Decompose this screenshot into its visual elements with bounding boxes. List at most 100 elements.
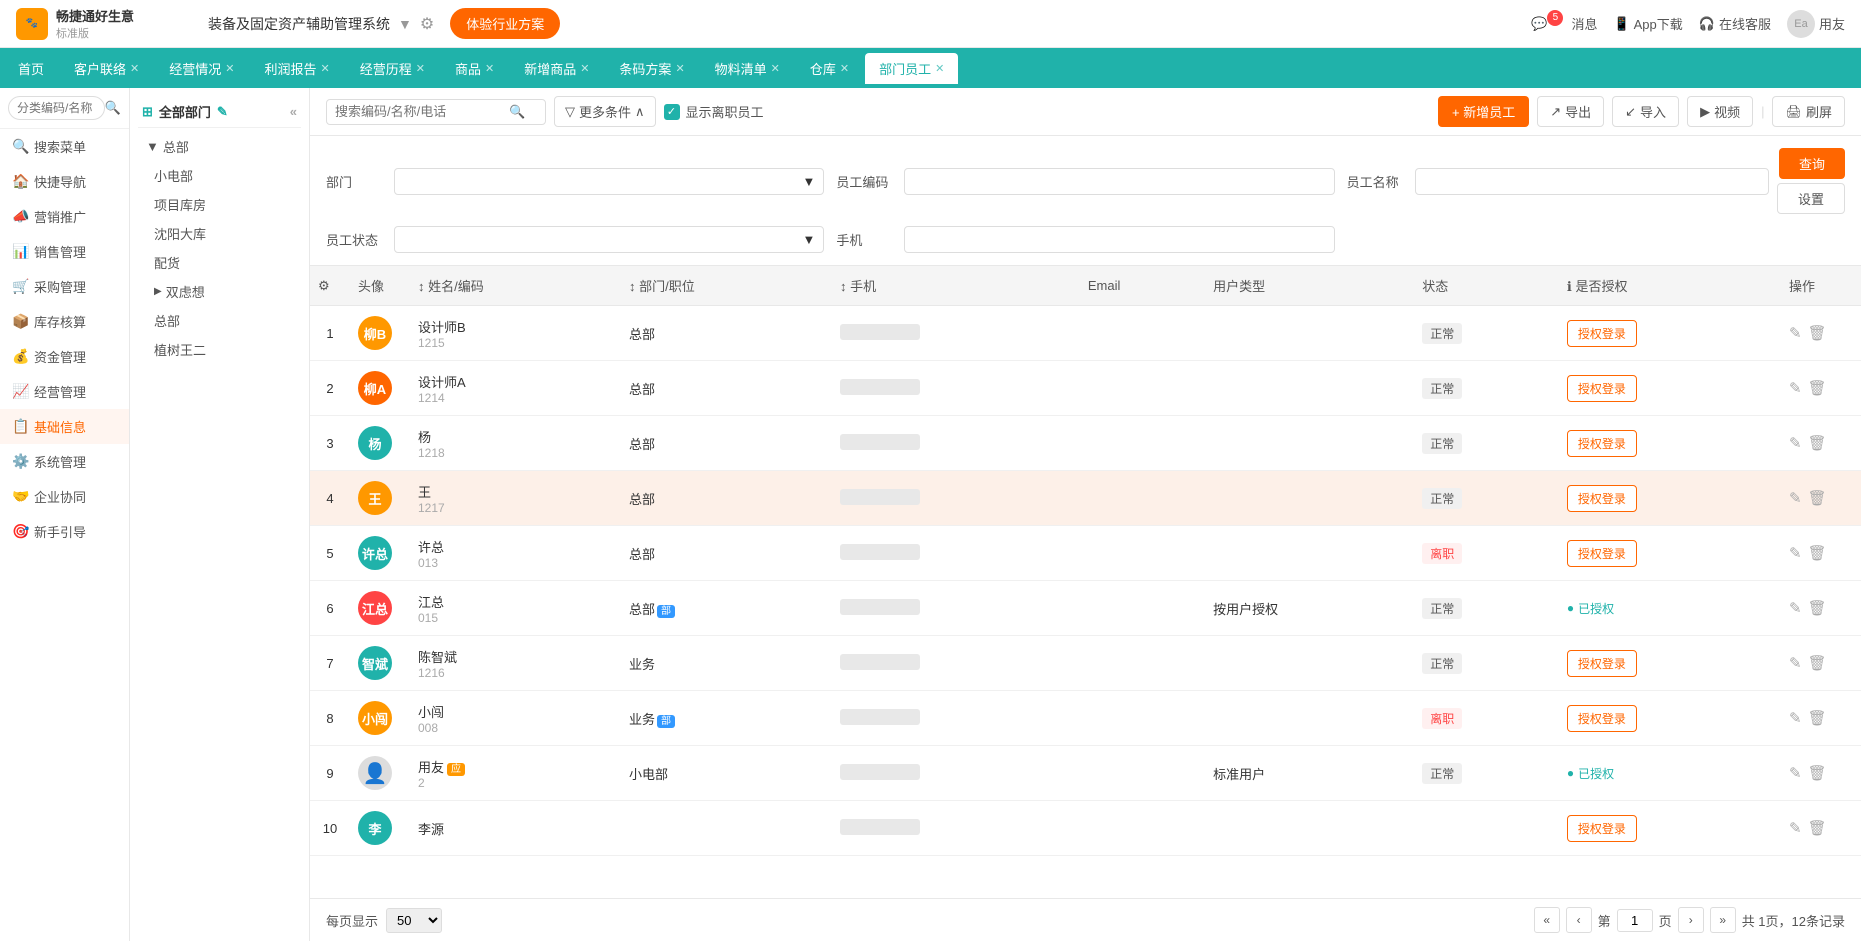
next-page-btn[interactable]: ›	[1678, 907, 1704, 933]
sidebar-item-purchase[interactable]: 🛒 采购管理	[0, 269, 129, 304]
search-input[interactable]	[335, 104, 505, 119]
col-phone[interactable]: ↕ 手机	[832, 266, 1080, 306]
dept-item-headquarters[interactable]: ▼ 总部	[138, 132, 301, 161]
auth-login-button[interactable]: 授权登录	[1567, 540, 1637, 567]
sidebar-item-guide[interactable]: 🎯 新手引导	[0, 514, 129, 549]
tab-goods[interactable]: 商品 ✕	[441, 53, 508, 84]
sidebar-item-collab[interactable]: 🤝 企业协同	[0, 479, 129, 514]
close-warehouse-tab[interactable]: ✕	[840, 62, 849, 75]
emp-name-input[interactable]	[1415, 168, 1769, 195]
page-input[interactable]	[1617, 909, 1653, 932]
set-btn[interactable]: 设置	[1777, 183, 1845, 214]
delete-icon[interactable]: 🗑	[1808, 379, 1827, 397]
sidebar-item-finance[interactable]: 💰 资金管理	[0, 339, 129, 374]
delete-icon[interactable]: 🗑	[1808, 819, 1827, 837]
dept-item-zhishu[interactable]: 植树王二	[138, 335, 301, 364]
auth-login-button[interactable]: 授权登录	[1567, 650, 1637, 677]
last-page-btn[interactable]: »	[1710, 907, 1736, 933]
close-new-goods-tab[interactable]: ✕	[580, 62, 589, 75]
edit-icon[interactable]: ✎	[1789, 379, 1802, 397]
dept-item-shenyang[interactable]: 沈阳大库	[138, 219, 301, 248]
dept-item-shuanglvxiang[interactable]: ▶ 双虑想	[138, 277, 301, 306]
edit-icon[interactable]: ✎	[1789, 489, 1802, 507]
delete-icon[interactable]: 🗑	[1808, 764, 1827, 782]
edit-icon[interactable]: ✎	[1789, 654, 1802, 672]
edit-icon[interactable]: ✎	[1789, 324, 1802, 342]
import-button[interactable]: ↙ 导入	[1612, 96, 1679, 127]
delete-icon[interactable]: 🗑	[1808, 434, 1827, 452]
print-button[interactable]: 🖨 刷屏	[1772, 96, 1845, 127]
sidebar-search-input[interactable]	[8, 96, 105, 120]
dept-item-project[interactable]: 项目库房	[138, 190, 301, 219]
tab-new-goods[interactable]: 新增商品 ✕	[510, 53, 603, 84]
show-resigned-checkbox[interactable]: ✓	[664, 104, 680, 120]
tab-warehouse[interactable]: 仓库 ✕	[796, 53, 863, 84]
dept-edit-icon[interactable]: ✎	[217, 104, 228, 120]
dept-item-xiaodiandu[interactable]: 小电部	[138, 161, 301, 190]
sidebar-item-basic[interactable]: 📋 基础信息	[0, 409, 129, 444]
per-page-select[interactable]: 50 100 200	[386, 908, 442, 933]
tab-profit[interactable]: 利润报告 ✕	[250, 53, 343, 84]
close-goods-tab[interactable]: ✕	[485, 62, 494, 75]
delete-icon[interactable]: 🗑	[1808, 654, 1827, 672]
sidebar-item-nav[interactable]: 🏠 快捷导航	[0, 164, 129, 199]
delete-icon[interactable]: 🗑	[1808, 709, 1827, 727]
tab-history[interactable]: 经营历程 ✕	[346, 53, 439, 84]
dropdown-icon[interactable]: ▼	[398, 16, 412, 32]
auth-login-button[interactable]: 授权登录	[1567, 320, 1637, 347]
more-conditions-btn[interactable]: ▽ 更多条件 ∧	[554, 96, 656, 127]
edit-icon[interactable]: ✎	[1789, 764, 1802, 782]
delete-icon[interactable]: 🗑	[1808, 324, 1827, 342]
search-btn[interactable]: 查询	[1779, 148, 1845, 179]
edit-icon[interactable]: ✎	[1789, 819, 1802, 837]
app-download-item[interactable]: 📱 App下载	[1613, 14, 1682, 33]
sidebar-item-operations[interactable]: 📈 经营管理	[0, 374, 129, 409]
delete-icon[interactable]: 🗑	[1808, 489, 1827, 507]
trial-button[interactable]: 体验行业方案	[450, 8, 560, 39]
auth-login-button[interactable]: 授权登录	[1567, 430, 1637, 457]
auth-login-button[interactable]: 授权登录	[1567, 815, 1637, 842]
add-employee-button[interactable]: + 新增员工	[1438, 96, 1529, 127]
auth-login-button[interactable]: 授权登录	[1567, 375, 1637, 402]
col-name[interactable]: ↕ 姓名/编码	[410, 266, 621, 306]
close-operation-tab[interactable]: ✕	[225, 62, 234, 75]
col-dept[interactable]: ↕ 部门/职位	[621, 266, 832, 306]
settings-icon[interactable]: ⚙	[420, 14, 434, 34]
auth-login-button[interactable]: 授权登录	[1567, 485, 1637, 512]
online-service-item[interactable]: 🎧 在线客服	[1699, 14, 1771, 33]
auth-login-button[interactable]: 授权登录	[1567, 705, 1637, 732]
edit-icon[interactable]: ✎	[1789, 599, 1802, 617]
tab-department[interactable]: 部门员工 ✕	[865, 53, 958, 84]
dept-filter-select[interactable]: ▼	[394, 168, 824, 195]
phone-input[interactable]	[904, 226, 1334, 253]
message-item[interactable]: 💬 5 消息	[1531, 14, 1597, 33]
sidebar-item-marketing[interactable]: 📣 营销推广	[0, 199, 129, 234]
sidebar-item-sales[interactable]: 📊 销售管理	[0, 234, 129, 269]
tab-material[interactable]: 物料清单 ✕	[701, 53, 794, 84]
sidebar-item-system[interactable]: ⚙️ 系统管理	[0, 444, 129, 479]
emp-code-input[interactable]	[904, 168, 1334, 195]
tab-customer[interactable]: 客户联络 ✕	[60, 53, 153, 84]
sidebar-item-search[interactable]: 🔍 搜索菜单	[0, 129, 129, 164]
prev-page-btn[interactable]: ‹	[1566, 907, 1592, 933]
sidebar-item-inventory[interactable]: 📦 库存核算	[0, 304, 129, 339]
first-page-btn[interactable]: «	[1534, 907, 1560, 933]
user-profile-item[interactable]: Ea 用友	[1787, 10, 1845, 38]
edit-icon[interactable]: ✎	[1789, 709, 1802, 727]
close-customer-tab[interactable]: ✕	[130, 62, 139, 75]
dept-item-zongbu[interactable]: 总部	[138, 306, 301, 335]
emp-status-select[interactable]: ▼	[394, 226, 824, 253]
edit-icon[interactable]: ✎	[1789, 434, 1802, 452]
export-button[interactable]: ↗ 导出	[1537, 96, 1604, 127]
close-material-tab[interactable]: ✕	[771, 62, 780, 75]
close-history-tab[interactable]: ✕	[416, 62, 425, 75]
close-dept-tab[interactable]: ✕	[935, 62, 944, 75]
close-barcode-tab[interactable]: ✕	[675, 62, 684, 75]
edit-icon[interactable]: ✎	[1789, 544, 1802, 562]
delete-icon[interactable]: 🗑	[1808, 544, 1827, 562]
dept-collapse-icon[interactable]: «	[290, 104, 297, 119]
tab-operation[interactable]: 经营情况 ✕	[155, 53, 248, 84]
views-button[interactable]: ▶ 视频	[1687, 96, 1753, 127]
close-profit-tab[interactable]: ✕	[321, 62, 330, 75]
dept-item-distribution[interactable]: 配货	[138, 248, 301, 277]
